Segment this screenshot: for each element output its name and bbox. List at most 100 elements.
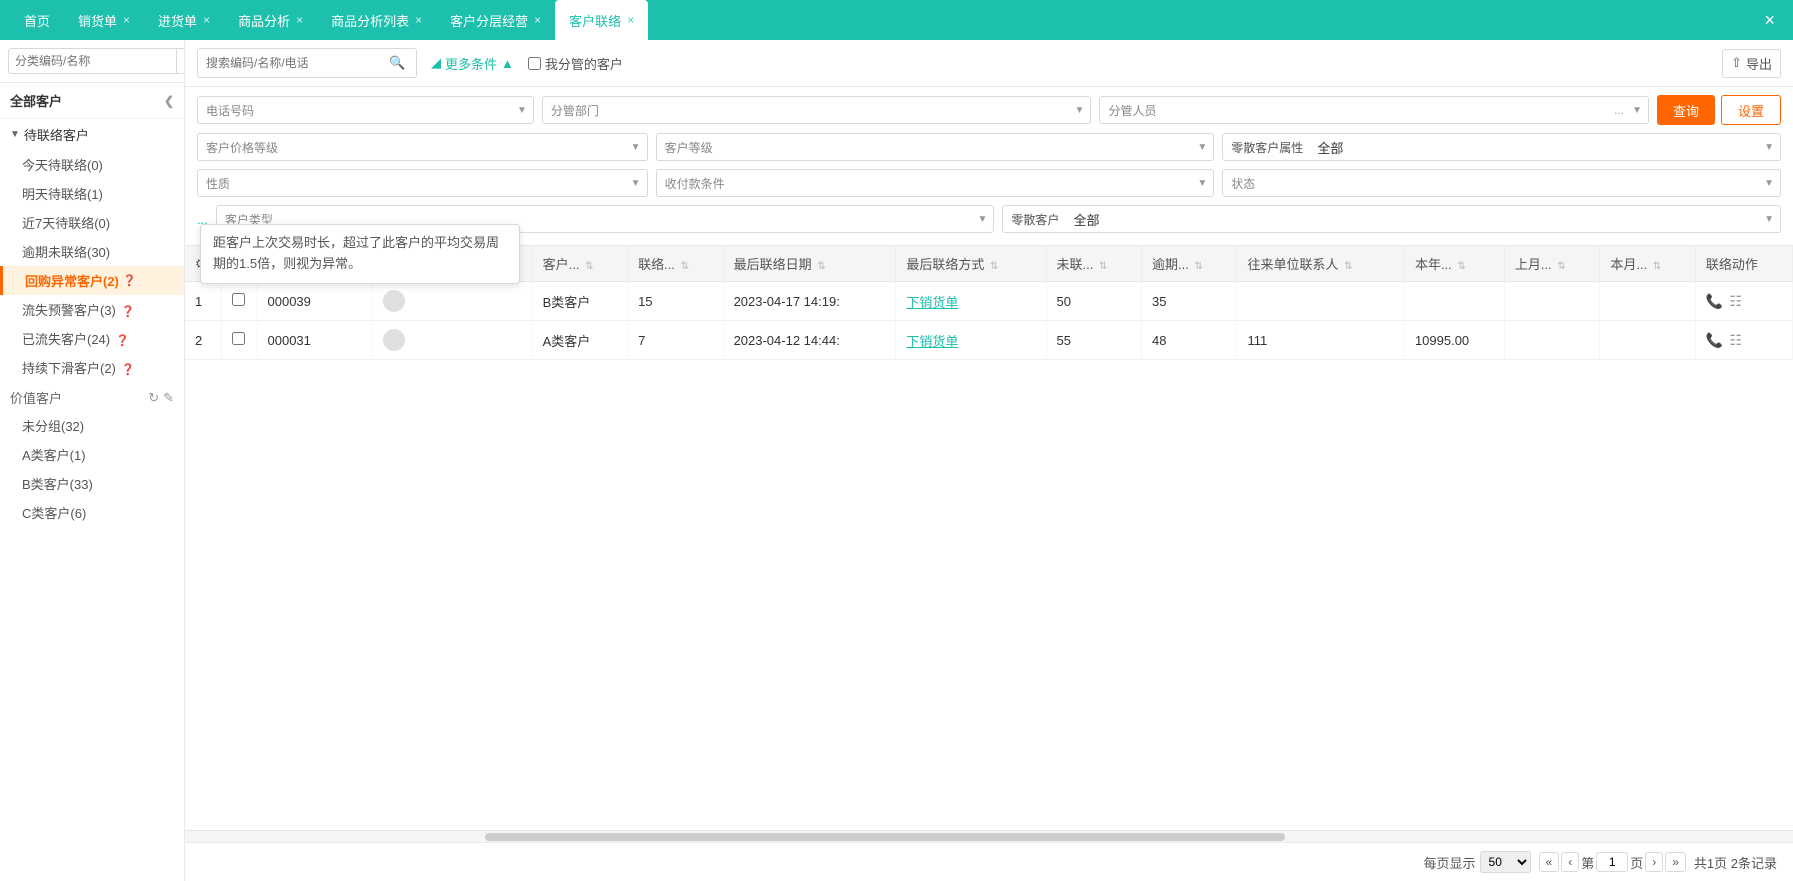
more-conditions-button[interactable]: ◢ 更多条件 ▲ xyxy=(425,54,520,73)
th-this-year[interactable]: 本年... ⇅ xyxy=(1404,246,1504,282)
sidebar-item-lost[interactable]: 已流失客户(24) ❓ xyxy=(0,324,184,353)
lost-pre-info-icon: ❓ xyxy=(121,306,135,318)
td-code-1[interactable]: 000039 xyxy=(257,282,373,321)
sidebar-item-today[interactable]: 今天待联络(0) xyxy=(0,150,184,179)
sidebar-item-c[interactable]: C类客户(6) xyxy=(0,498,184,527)
sidebar-item-week[interactable]: 近7天待联络(0) xyxy=(0,208,184,237)
th-action: 联络动作 xyxy=(1695,246,1792,282)
close-sales-icon[interactable]: × xyxy=(123,13,130,27)
filter-icon: ◢ xyxy=(431,55,441,71)
th-customer-type[interactable]: 客户... ⇅ xyxy=(532,246,627,282)
close-product-list-icon[interactable]: × xyxy=(415,13,422,27)
sidebar-item-overdue-label: 逾期未联络(30) xyxy=(22,245,110,260)
search-input[interactable] xyxy=(198,49,383,77)
filter-status[interactable]: 状态 ▼ xyxy=(1222,169,1781,197)
sidebar-item-a[interactable]: A类客户(1) xyxy=(0,440,184,469)
nav-tab-product-list[interactable]: 商品分析列表 × xyxy=(317,0,436,40)
td-overdue-1: 35 xyxy=(1141,282,1236,321)
next-page-button[interactable]: › xyxy=(1645,852,1663,872)
per-page-select[interactable]: 50 100 200 xyxy=(1480,851,1531,873)
td-last-method-1[interactable]: 下销货单 xyxy=(896,282,1046,321)
td-this-month-1 xyxy=(1600,282,1695,321)
filter-price-grade[interactable]: 客户价格等级 ▼ xyxy=(197,133,648,161)
filter-row-1: 电话号码 ▼ 分管部门 ▼ 分管人员 ... ▼ 查询 设置 xyxy=(197,95,1781,125)
nav-tab-sales[interactable]: 销货单 × xyxy=(64,0,144,40)
chevron-phone-icon: ▼ xyxy=(517,105,527,116)
row-last-method-1[interactable]: 下销货单 xyxy=(906,295,958,310)
set-button[interactable]: 设置 xyxy=(1721,95,1781,125)
last-page-button[interactable]: » xyxy=(1665,852,1686,872)
td-code-2[interactable]: 000031 xyxy=(257,321,373,360)
refresh-icon[interactable]: ↻ xyxy=(148,390,159,406)
td-idx-2: 2 xyxy=(185,321,221,360)
filter-phone[interactable]: 电话号码 ▼ xyxy=(197,96,534,124)
first-page-button[interactable]: « xyxy=(1539,852,1560,872)
sidebar-item-decline[interactable]: 持续下滑客户(2) ❓ xyxy=(0,353,184,382)
close-purchase-icon[interactable]: × xyxy=(203,13,210,27)
sidebar-search-button[interactable]: 🔍 xyxy=(177,48,185,74)
chevron-status-icon: ▼ xyxy=(1764,178,1774,189)
filter-nature[interactable]: 性质 ▼ xyxy=(197,169,648,197)
chevron-payment-icon: ▼ xyxy=(1197,178,1207,189)
th-contact-person[interactable]: 往来单位联系人 ⇅ xyxy=(1237,246,1404,282)
row-checkbox-2[interactable] xyxy=(232,332,245,345)
scrollbar-thumb[interactable] xyxy=(485,833,1285,841)
sidebar-item-repurchase-abnormal[interactable]: 回购异常客户(2) ❓ xyxy=(0,266,184,295)
action-more-icon-1[interactable]: ☷ xyxy=(1729,293,1742,310)
sidebar-item-lost-pre[interactable]: 流失预警客户(3) ❓ xyxy=(0,295,184,324)
filter-person[interactable]: 分管人员 ... ▼ xyxy=(1099,96,1649,124)
nav-tab-purchase[interactable]: 进货单 × xyxy=(144,0,224,40)
td-name-2[interactable] xyxy=(373,321,532,360)
filter-dept[interactable]: 分管部门 ▼ xyxy=(542,96,1092,124)
chevron-nature-icon: ▼ xyxy=(631,178,641,189)
sidebar-collapse-icon[interactable]: ❮ xyxy=(164,94,174,108)
filter-retail-customer[interactable]: 零散客户 全部 ▼ xyxy=(1002,205,1781,233)
row-checkbox-1[interactable] xyxy=(232,293,245,306)
filter-retail-customer-value: 全部 xyxy=(1073,210,1099,229)
close-customer-layer-icon[interactable]: × xyxy=(534,13,541,27)
th-this-year-label: 本年... xyxy=(1415,257,1452,272)
page-input[interactable] xyxy=(1596,852,1628,872)
nav-tab-product-analysis[interactable]: 商品分析 × xyxy=(224,0,317,40)
row-last-method-2[interactable]: 下销货单 xyxy=(906,334,958,349)
th-last-month[interactable]: 上月... ⇅ xyxy=(1504,246,1599,282)
filter-payment[interactable]: 收付款条件 ▼ xyxy=(656,169,1215,197)
my-customers-checkbox[interactable] xyxy=(528,57,541,70)
close-product-analysis-icon[interactable]: × xyxy=(296,13,303,27)
sidebar-item-b[interactable]: B类客户(33) xyxy=(0,469,184,498)
td-name-1[interactable] xyxy=(373,282,532,321)
th-this-month[interactable]: 本月... ⇅ xyxy=(1600,246,1695,282)
sidebar-search-input[interactable] xyxy=(8,48,177,74)
sidebar-item-overdue[interactable]: 逾期未联络(30) xyxy=(0,237,184,266)
close-customer-contact-icon[interactable]: × xyxy=(627,13,634,27)
filter-customer-grade[interactable]: 客户等级 ▼ xyxy=(656,133,1215,161)
horizontal-scrollbar[interactable] xyxy=(185,830,1793,842)
ungroup-label: 未分组(32) xyxy=(22,419,84,434)
repurchase-info-icon: ❓ xyxy=(123,274,137,287)
td-last-method-2[interactable]: 下销货单 xyxy=(896,321,1046,360)
nav-tab-customer-layer[interactable]: 客户分层经营 × xyxy=(436,0,555,40)
th-last-method[interactable]: 最后联络方式 ⇅ xyxy=(896,246,1046,282)
nav-tab-home[interactable]: 首页 xyxy=(10,0,64,40)
th-contact-count[interactable]: 联络... ⇅ xyxy=(628,246,723,282)
td-contact-count-1: 15 xyxy=(628,282,723,321)
sidebar-item-ungroup[interactable]: 未分组(32) xyxy=(0,411,184,440)
filter-retail-attr[interactable]: 零散客户属性 全部 ▼ xyxy=(1222,133,1781,161)
prev-page-button[interactable]: ‹ xyxy=(1561,852,1579,872)
pending-group[interactable]: ▼ 待联络客户 xyxy=(0,119,184,150)
row-contact-count-2: 7 xyxy=(638,333,645,348)
sidebar-item-tomorrow[interactable]: 明天待联络(1) xyxy=(0,179,184,208)
th-last-date[interactable]: 最后联络日期 ⇅ xyxy=(723,246,896,282)
row-uncontacted-1: 50 xyxy=(1057,294,1071,309)
th-uncontacted[interactable]: 未联... ⇅ xyxy=(1046,246,1141,282)
th-overdue[interactable]: 逾期... ⇅ xyxy=(1141,246,1236,282)
action-contact-icon-1[interactable]: 📞 xyxy=(1706,293,1723,310)
action-more-icon-2[interactable]: ☷ xyxy=(1729,332,1742,349)
export-button[interactable]: ⇧ 导出 xyxy=(1722,49,1781,78)
edit-icon[interactable]: ✎ xyxy=(163,390,174,406)
nav-tab-customer-contact[interactable]: 客户联络 × xyxy=(555,0,648,40)
query-button[interactable]: 查询 xyxy=(1657,95,1715,125)
window-close-icon[interactable]: × xyxy=(1756,10,1783,31)
action-contact-icon-2[interactable]: 📞 xyxy=(1706,332,1723,349)
search-button[interactable]: 🔍 xyxy=(383,55,411,71)
